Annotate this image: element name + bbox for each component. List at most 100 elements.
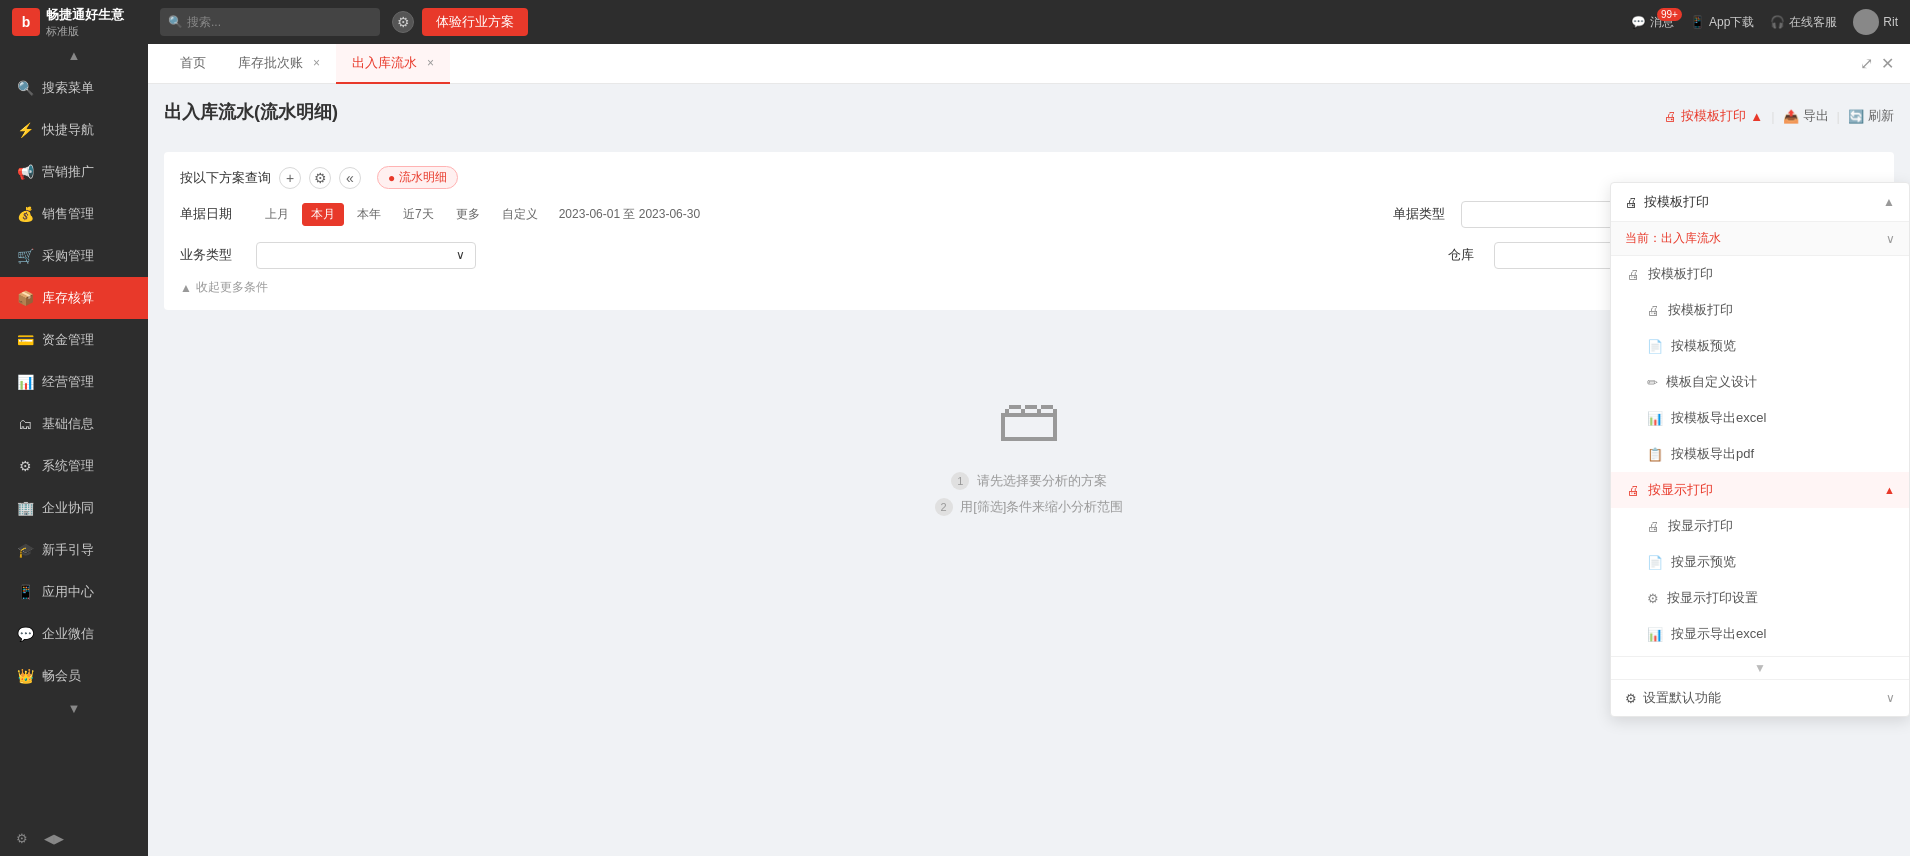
- template-print-section-header[interactable]: 🖨 按模板打印: [1611, 256, 1909, 292]
- tab-label-flow: 出入库流水: [352, 54, 417, 72]
- sidebar-item-app-center[interactable]: 📱 应用中心: [0, 571, 148, 613]
- tag-icon: ●: [388, 171, 395, 185]
- sidebar-label-system: 系统管理: [42, 457, 94, 475]
- megaphone-icon: 📢: [16, 164, 34, 180]
- date-label: 单据日期: [180, 205, 240, 223]
- default-settings-label: 设置默认功能: [1643, 689, 1721, 707]
- printer-icon-4: 🖨: [1627, 483, 1640, 498]
- sidebar-item-basic[interactable]: 🗂 基础信息: [0, 403, 148, 445]
- export-button[interactable]: 📤 导出: [1783, 107, 1829, 125]
- chevron-up-icon-2: ▲: [180, 281, 192, 295]
- date-btn-more[interactable]: 更多: [447, 203, 489, 226]
- sidebar-item-wechat[interactable]: 💬 企业微信: [0, 613, 148, 655]
- template-print-action-item[interactable]: 🖨 按模板打印: [1611, 292, 1909, 328]
- settings-filter-button[interactable]: ⚙: [309, 167, 331, 189]
- display-print-action-item[interactable]: 🖨 按显示打印: [1611, 508, 1909, 544]
- sidebar-label-app-center: 应用中心: [42, 583, 94, 601]
- template-preview-item[interactable]: 📄 按模板预览: [1611, 328, 1909, 364]
- sidebar-scroll-down[interactable]: ▼: [0, 697, 148, 720]
- collapse-filter-button[interactable]: «: [339, 167, 361, 189]
- dropdown-footer[interactable]: ⚙ 设置默认功能 ∨: [1611, 679, 1909, 716]
- dropdown-header-arrow[interactable]: ▲: [1883, 195, 1895, 209]
- chevron-down-icon-2: ∨: [456, 248, 465, 262]
- top-bar: b 畅捷通好生意 标准版 🔍 搜索... ⚙ 体验行业方案 💬 消息 99+ 📱…: [0, 0, 1910, 44]
- sidebar-item-marketing[interactable]: 📢 营销推广: [0, 151, 148, 193]
- display-print-section-header[interactable]: 🖨 按显示打印 ▲: [1611, 472, 1909, 508]
- sidebar-item-enterprise[interactable]: 🏢 企业协同: [0, 487, 148, 529]
- empty-illustration: 🗃: [997, 382, 1061, 456]
- sidebar-label-guide: 新手引导: [42, 541, 94, 559]
- top-search-bar[interactable]: 🔍 搜索...: [160, 8, 380, 36]
- print-template-button[interactable]: 🖨 按模板打印 ▲: [1664, 107, 1763, 125]
- sidebar-item-finance[interactable]: 💳 资金管理: [0, 319, 148, 361]
- template-print-label: 按模板打印: [1648, 265, 1713, 283]
- tab-close-flow[interactable]: ×: [427, 56, 434, 70]
- sidebar-item-guide[interactable]: 🎓 新手引导: [0, 529, 148, 571]
- date-btn-last7days[interactable]: 近7天: [394, 203, 443, 226]
- sidebar-scroll-up[interactable]: ▲: [0, 44, 148, 67]
- sidebar-collapse-icon[interactable]: ◀▶: [44, 831, 64, 846]
- settings-icon-btn[interactable]: ⚙: [392, 11, 414, 33]
- date-btn-this-year[interactable]: 本年: [348, 203, 390, 226]
- sidebar-item-purchase[interactable]: 🛒 采购管理: [0, 235, 148, 277]
- add-filter-button[interactable]: +: [279, 167, 301, 189]
- sidebar-item-search[interactable]: 🔍 搜索菜单: [0, 67, 148, 109]
- customer-service-label: 在线客服: [1789, 14, 1837, 31]
- tab-maximize-button[interactable]: ⤢: [1860, 54, 1873, 73]
- sidebar-item-quick-nav[interactable]: ⚡ 快捷导航: [0, 109, 148, 151]
- industry-solution-button[interactable]: 体验行业方案: [422, 8, 528, 36]
- sidebar-item-inventory[interactable]: 📦 库存核算: [0, 277, 148, 319]
- cart-icon: 🛒: [16, 248, 34, 264]
- business-type-select[interactable]: ∨: [256, 242, 476, 269]
- template-export-excel-item[interactable]: 📊 按模板导出excel: [1611, 400, 1909, 436]
- system-gear-icon: ⚙: [16, 458, 34, 474]
- template-export-pdf-item[interactable]: 📋 按模板导出pdf: [1611, 436, 1909, 472]
- tab-close-batch[interactable]: ×: [313, 56, 320, 70]
- sidebar-item-member[interactable]: 👑 畅会员: [0, 655, 148, 697]
- print-dropdown-panel: 🖨 按模板打印 ▲ 当前：出入库流水 ∨ 🖨 按模板打印: [1610, 182, 1910, 717]
- customer-service-item[interactable]: 🎧 在线客服: [1770, 14, 1837, 31]
- sidebar-item-system[interactable]: ⚙ 系统管理: [0, 445, 148, 487]
- settings-icon-3: ⚙: [1647, 591, 1659, 606]
- date-btn-custom[interactable]: 自定义: [493, 203, 547, 226]
- default-settings-icon: ⚙: [1625, 691, 1637, 706]
- sidebar-item-sales[interactable]: 💰 销售管理: [0, 193, 148, 235]
- wechat-icon: 💬: [16, 626, 34, 642]
- date-btn-this-month[interactable]: 本月: [302, 203, 344, 226]
- tab-flow[interactable]: 出入库流水 ×: [336, 44, 450, 84]
- preview-icon: 📄: [1647, 339, 1663, 354]
- tab-bar: 首页 库存批次账 × 出入库流水 × ⤢ ✕: [148, 44, 1910, 84]
- date-range-display: 2023-06-01 至 2023-06-30: [559, 206, 700, 223]
- user-avatar-area[interactable]: Rit: [1853, 9, 1898, 35]
- doc-type-label: 单据类型: [1393, 205, 1445, 223]
- refresh-button[interactable]: 🔄 刷新: [1848, 107, 1894, 125]
- printer-icon: 🖨: [1664, 109, 1677, 124]
- refresh-icon: 🔄: [1848, 109, 1864, 124]
- dropdown-scroll-down-btn[interactable]: ▼: [1611, 656, 1909, 679]
- message-item[interactable]: 💬 消息 99+: [1631, 14, 1674, 31]
- sidebar-label-marketing: 营销推广: [42, 163, 94, 181]
- sidebar-label-wechat: 企业微信: [42, 625, 94, 643]
- content-area: 首页 库存批次账 × 出入库流水 × ⤢ ✕ 出入库流水(流水明细): [148, 44, 1910, 856]
- page-title: 出入库流水(流水明细): [164, 100, 338, 124]
- sidebar-item-operation[interactable]: 📊 经营管理: [0, 361, 148, 403]
- filter-scheme-area: 按以下方案查询 + ⚙ «: [180, 167, 361, 189]
- tab-batch[interactable]: 库存批次账 ×: [222, 44, 336, 84]
- sidebar-bottom: ⚙ ◀▶: [0, 821, 148, 856]
- page-content: 出入库流水(流水明细) 🖨 按模板打印 ▲ | 📤 导出 | 🔄: [148, 84, 1910, 856]
- edit-icon: ✏: [1647, 375, 1658, 390]
- sidebar-settings-icon[interactable]: ⚙: [16, 831, 28, 846]
- app-download-item[interactable]: 📱 App下载: [1690, 14, 1754, 31]
- display-preview-item[interactable]: 📄 按显示预览: [1611, 544, 1909, 580]
- chevron-up-icon: ▲: [1750, 109, 1763, 124]
- tab-home[interactable]: 首页: [164, 44, 222, 84]
- display-print-settings-item[interactable]: ⚙ 按显示打印设置: [1611, 580, 1909, 616]
- date-btn-last-month[interactable]: 上月: [256, 203, 298, 226]
- graduation-icon: 🎓: [16, 542, 34, 558]
- chevron-down-scroll-icon: ▼: [1754, 661, 1766, 675]
- empty-tip-1: 1 请先选择要分析的方案: [951, 472, 1107, 490]
- tab-close-all-button[interactable]: ✕: [1881, 54, 1894, 73]
- display-export-excel-item[interactable]: 📊 按显示导出excel: [1611, 616, 1909, 652]
- flow-detail-tag[interactable]: ● 流水明细: [377, 166, 458, 189]
- template-custom-item[interactable]: ✏ 模板自定义设计: [1611, 364, 1909, 400]
